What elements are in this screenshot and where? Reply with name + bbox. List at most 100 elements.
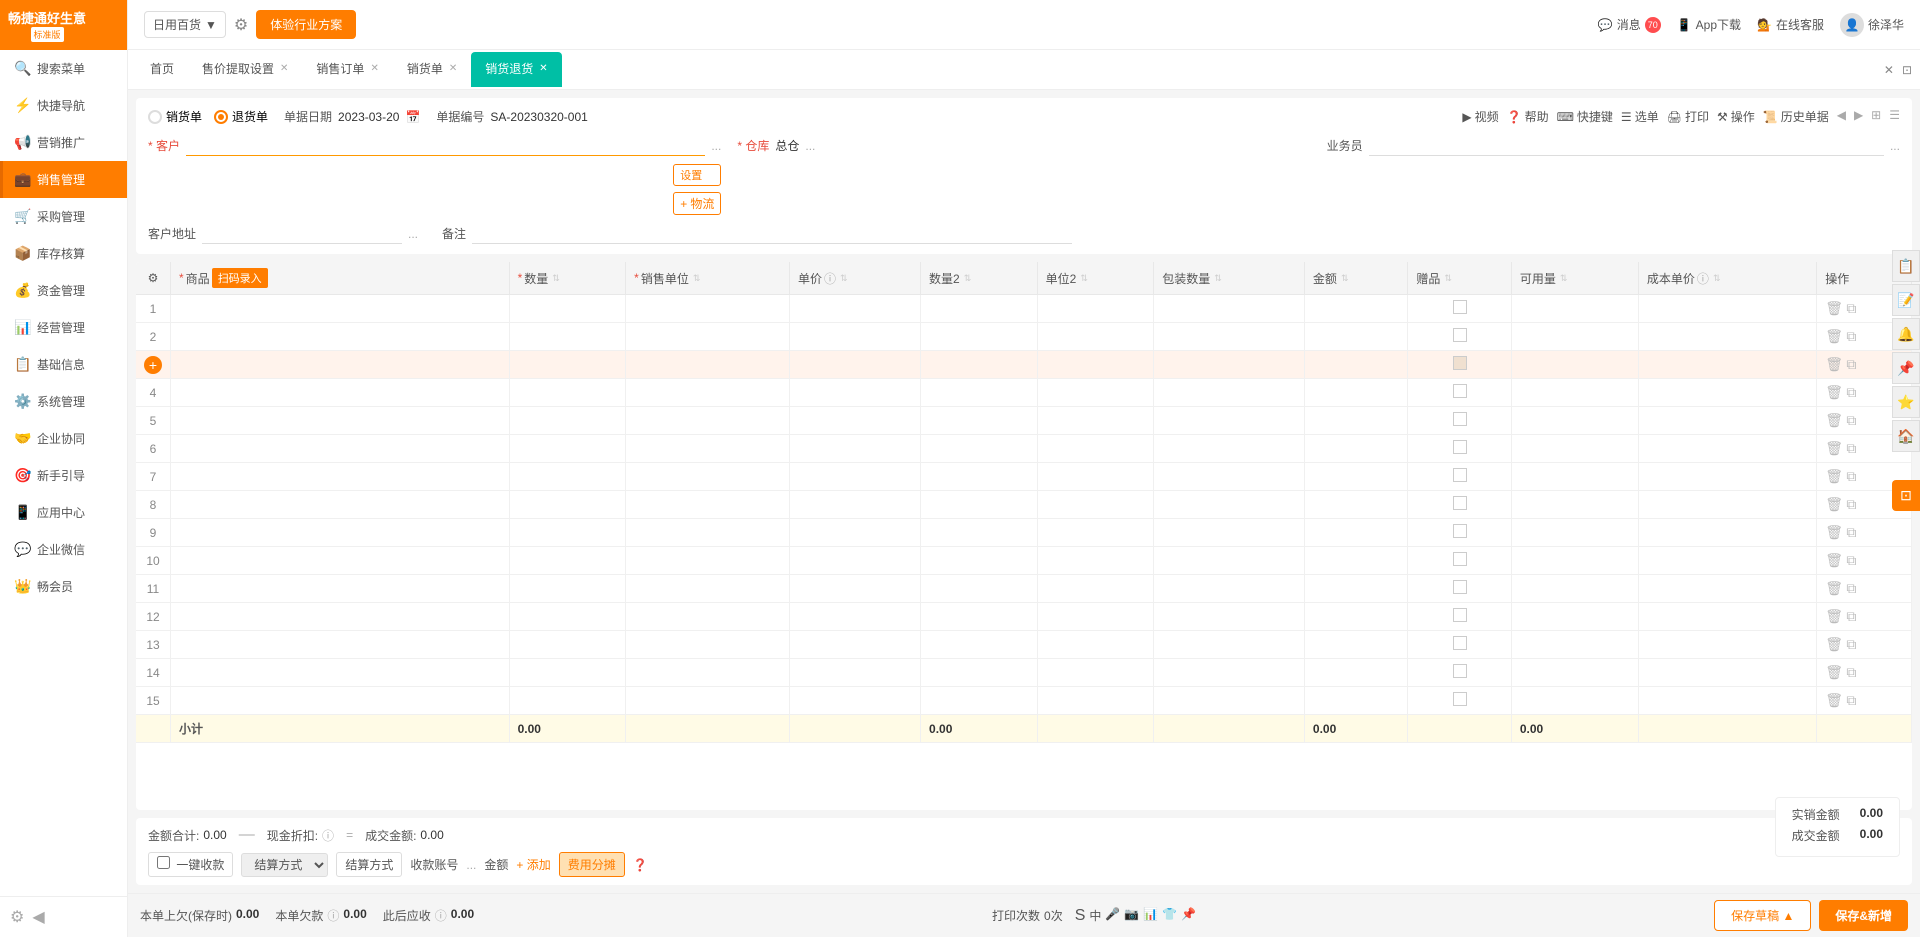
row-cost-price[interactable] <box>1638 295 1816 323</box>
copy-icon[interactable]: ⧉ <box>1846 664 1856 680</box>
dropdown-arrow[interactable]: ▲ <box>1782 909 1794 923</box>
tab-sales[interactable]: 销货单 ✕ <box>393 52 471 87</box>
row-qty[interactable] <box>509 631 626 659</box>
sidebar-item-purchase[interactable]: 🛒 采购管理 <box>0 198 127 235</box>
close-icon[interactable]: ✕ <box>370 63 378 74</box>
row-product[interactable] <box>171 351 510 379</box>
row-gift[interactable] <box>1408 323 1511 351</box>
copy-icon[interactable]: ⧉ <box>1846 496 1856 512</box>
sort-icon[interactable]: ⇅ <box>693 273 701 284</box>
row-gift[interactable] <box>1408 631 1511 659</box>
payment-checkbox[interactable] <box>157 856 170 869</box>
row-sales-unit[interactable] <box>626 435 790 463</box>
row-cost-price[interactable] <box>1638 659 1816 687</box>
row-unit-price[interactable] <box>789 491 920 519</box>
row-qty[interactable] <box>509 687 626 715</box>
row-sales-unit[interactable] <box>626 547 790 575</box>
row-available[interactable] <box>1511 463 1638 491</box>
delete-icon[interactable]: 🗑 <box>1825 300 1843 316</box>
tool-icon[interactable]: 📌 <box>1181 907 1196 925</box>
calendar-icon[interactable]: 📅 <box>405 110 420 124</box>
row-available[interactable] <box>1511 295 1638 323</box>
sidebar-item-guide[interactable]: 🎯 新手引导 <box>0 457 127 494</box>
sidebar-item-wechat[interactable]: 💬 企业微信 <box>0 531 127 568</box>
settlement-select[interactable]: 结算方式 <box>241 853 328 877</box>
gift-checkbox[interactable] <box>1453 328 1467 342</box>
row-pack-qty[interactable] <box>1154 435 1305 463</box>
row-pack-qty[interactable] <box>1154 491 1305 519</box>
delete-icon[interactable]: 🗑 <box>1825 412 1843 428</box>
sort-icon[interactable]: ⇅ <box>1713 273 1721 284</box>
close-icon[interactable]: ✕ <box>539 63 547 74</box>
row-qty[interactable] <box>509 659 626 687</box>
gift-checkbox[interactable] <box>1453 300 1467 314</box>
copy-icon[interactable]: ⧉ <box>1846 636 1856 652</box>
shortcut-btn[interactable]: ⌨ 快捷键 <box>1557 108 1613 125</box>
tab-price-setting[interactable]: 售价提取设置 ✕ <box>188 52 302 87</box>
row-sales-unit[interactable] <box>626 407 790 435</box>
row-gift[interactable] <box>1408 547 1511 575</box>
save-draft-button[interactable]: 保存草稿 ▲ <box>1714 900 1811 931</box>
row-qty[interactable] <box>509 323 626 351</box>
row-pack-qty[interactable] <box>1154 687 1305 715</box>
row-pack-qty[interactable] <box>1154 295 1305 323</box>
prev-icon[interactable]: ◀ <box>1837 108 1846 125</box>
gear-icon[interactable]: ⚙ <box>148 271 159 285</box>
delete-icon[interactable]: 🗑 <box>1825 440 1843 456</box>
add-row-btn[interactable]: + <box>136 351 171 379</box>
row-qty[interactable] <box>509 295 626 323</box>
row-amount[interactable] <box>1304 463 1407 491</box>
row-qty2[interactable] <box>921 295 1038 323</box>
row-pack-qty[interactable] <box>1154 323 1305 351</box>
sidebar-item-inventory[interactable]: 📦 库存核算 <box>0 235 127 272</box>
copy-icon[interactable]: ⧉ <box>1846 608 1856 624</box>
row-qty[interactable] <box>509 407 626 435</box>
sort-icon[interactable]: ⇅ <box>840 273 848 284</box>
row-pack-qty[interactable] <box>1154 379 1305 407</box>
message-btn[interactable]: 💬 消息 70 <box>1598 16 1661 33</box>
row-sales-unit[interactable] <box>626 519 790 547</box>
sort-icon[interactable]: ⇅ <box>552 273 560 284</box>
row-unit2[interactable] <box>1037 491 1154 519</box>
row-gift[interactable] <box>1408 407 1511 435</box>
row-available[interactable] <box>1511 491 1638 519</box>
delete-icon[interactable]: 🗑 <box>1825 384 1843 400</box>
copy-icon[interactable]: ⧉ <box>1846 552 1856 568</box>
restore-tab-icon[interactable]: ⊡ <box>1902 63 1912 77</box>
row-qty[interactable] <box>509 351 626 379</box>
row-gift[interactable] <box>1408 463 1511 491</box>
row-product[interactable] <box>171 435 510 463</box>
row-pack-qty[interactable] <box>1154 603 1305 631</box>
sidebar-item-finance[interactable]: 💰 资金管理 <box>0 272 127 309</box>
sort-icon[interactable]: ⇅ <box>1341 273 1349 284</box>
delete-icon[interactable]: 🗑 <box>1825 580 1843 596</box>
warehouse-dots[interactable]: ... <box>805 139 815 153</box>
customer-dots[interactable]: ... <box>711 139 721 153</box>
row-product[interactable] <box>171 323 510 351</box>
row-cost-price[interactable] <box>1638 351 1816 379</box>
row-qty2[interactable] <box>921 547 1038 575</box>
row-qty[interactable] <box>509 547 626 575</box>
gift-checkbox[interactable] <box>1453 580 1467 594</box>
right-icon-6[interactable]: 🏠 <box>1892 420 1920 452</box>
row-product[interactable] <box>171 603 510 631</box>
row-available[interactable] <box>1511 687 1638 715</box>
barcode-btn[interactable]: 扫码录入 <box>212 268 268 288</box>
row-qty2[interactable] <box>921 519 1038 547</box>
radio-return[interactable]: 退货单 <box>214 108 268 125</box>
row-unit2[interactable] <box>1037 519 1154 547</box>
row-qty2[interactable] <box>921 603 1038 631</box>
add-row-icon[interactable]: + <box>144 356 162 374</box>
copy-icon[interactable]: ⧉ <box>1846 300 1856 316</box>
app-download-btn[interactable]: 📱 App下载 <box>1677 16 1741 33</box>
row-sales-unit[interactable] <box>626 575 790 603</box>
row-unit2[interactable] <box>1037 379 1154 407</box>
print-btn[interactable]: 🖨 打印 <box>1667 108 1709 125</box>
gift-checkbox[interactable] <box>1453 468 1467 482</box>
row-pack-qty[interactable] <box>1154 519 1305 547</box>
gift-checkbox[interactable] <box>1453 524 1467 538</box>
row-available[interactable] <box>1511 631 1638 659</box>
product-input-active[interactable] <box>179 358 501 372</box>
row-product[interactable] <box>171 295 510 323</box>
row-available[interactable] <box>1511 659 1638 687</box>
